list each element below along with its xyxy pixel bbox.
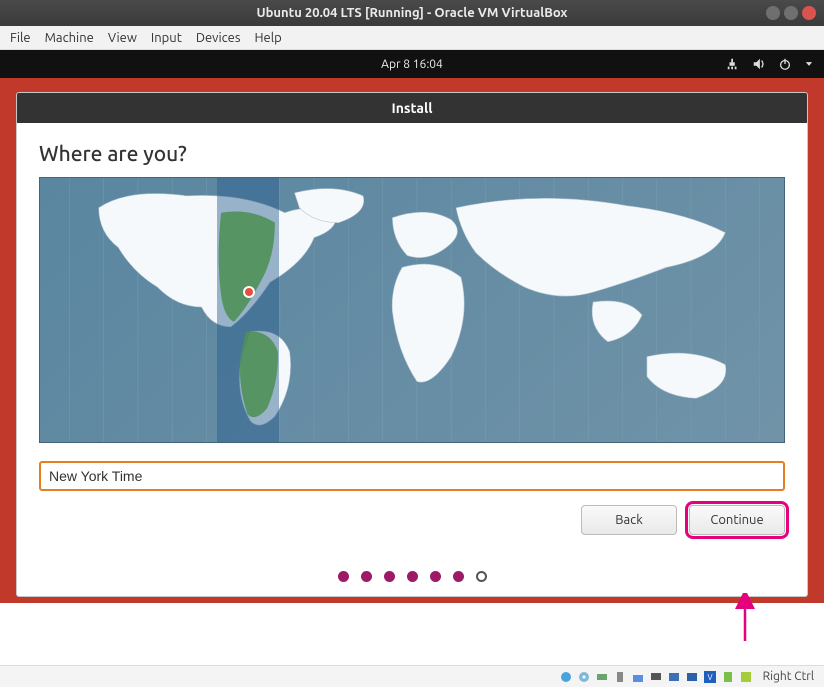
menu-input[interactable]: Input xyxy=(151,31,182,45)
gnome-top-bar: Apr 8 16:04 xyxy=(0,50,824,78)
host-window-titlebar: Ubuntu 20.04 LTS [Running] - Oracle VM V… xyxy=(0,0,824,26)
pager-dot xyxy=(430,571,441,582)
host-window-controls xyxy=(766,6,816,20)
menu-help[interactable]: Help xyxy=(255,31,282,45)
menu-devices[interactable]: Devices xyxy=(196,31,241,45)
pager-dot xyxy=(453,571,464,582)
power-icon[interactable] xyxy=(778,57,792,71)
ga-icon[interactable] xyxy=(739,670,753,684)
timezone-world-map[interactable] xyxy=(39,177,785,443)
cd-icon[interactable] xyxy=(577,670,591,684)
menu-file[interactable]: File xyxy=(10,31,31,45)
screenshot-icon[interactable] xyxy=(667,670,681,684)
clipboard-icon[interactable] xyxy=(721,670,735,684)
menu-view[interactable]: View xyxy=(108,31,137,45)
installer-button-row: Back Continue xyxy=(39,505,785,535)
progress-pager xyxy=(39,571,785,582)
host-menubar: File Machine View Input Devices Help xyxy=(0,26,824,50)
host-status-bar: V Right Ctrl xyxy=(0,665,824,687)
installer-titlebar: Install xyxy=(17,93,807,123)
chevron-down-icon[interactable] xyxy=(804,57,814,71)
installer-window: Install Where are you? xyxy=(16,92,808,597)
gnome-clock: Apr 8 16:04 xyxy=(381,58,443,71)
maximize-icon[interactable] xyxy=(784,6,798,20)
installer-body: Where are you? xyxy=(17,123,807,596)
page-heading: Where are you? xyxy=(39,141,785,165)
hdd-icon[interactable] xyxy=(559,670,573,684)
world-map-svg xyxy=(40,178,784,442)
pager-dot xyxy=(407,571,418,582)
back-button[interactable]: Back xyxy=(581,505,677,535)
shared-folder-icon[interactable] xyxy=(631,670,645,684)
selected-timezone-band xyxy=(217,178,279,442)
timezone-input[interactable] xyxy=(39,461,785,491)
menu-machine[interactable]: Machine xyxy=(45,31,94,45)
volume-icon[interactable] xyxy=(752,57,766,71)
installer-window-title: Install xyxy=(392,100,433,116)
pager-dot xyxy=(361,571,372,582)
pager-dot xyxy=(384,571,395,582)
host-key-label: Right Ctrl xyxy=(763,670,814,683)
back-button-label: Back xyxy=(615,513,643,527)
continue-button-label: Continue xyxy=(710,513,763,527)
minimize-icon[interactable] xyxy=(766,6,780,20)
guest-display: Apr 8 16:04 Install Where are you? xyxy=(0,50,824,603)
vbox-icon[interactable]: V xyxy=(703,670,717,684)
gnome-system-tray[interactable] xyxy=(726,57,814,71)
continue-button[interactable]: Continue xyxy=(689,505,785,535)
host-window-title: Ubuntu 20.04 LTS [Running] - Oracle VM V… xyxy=(257,6,568,20)
net-icon[interactable] xyxy=(595,670,609,684)
pager-dot xyxy=(338,571,349,582)
svg-text:V: V xyxy=(707,673,712,682)
display-icon[interactable] xyxy=(649,670,663,684)
record-icon[interactable] xyxy=(685,670,699,684)
usb-icon[interactable] xyxy=(613,670,627,684)
close-icon[interactable] xyxy=(802,6,816,20)
pager-dot-upcoming xyxy=(476,571,487,582)
network-icon[interactable] xyxy=(726,57,740,71)
